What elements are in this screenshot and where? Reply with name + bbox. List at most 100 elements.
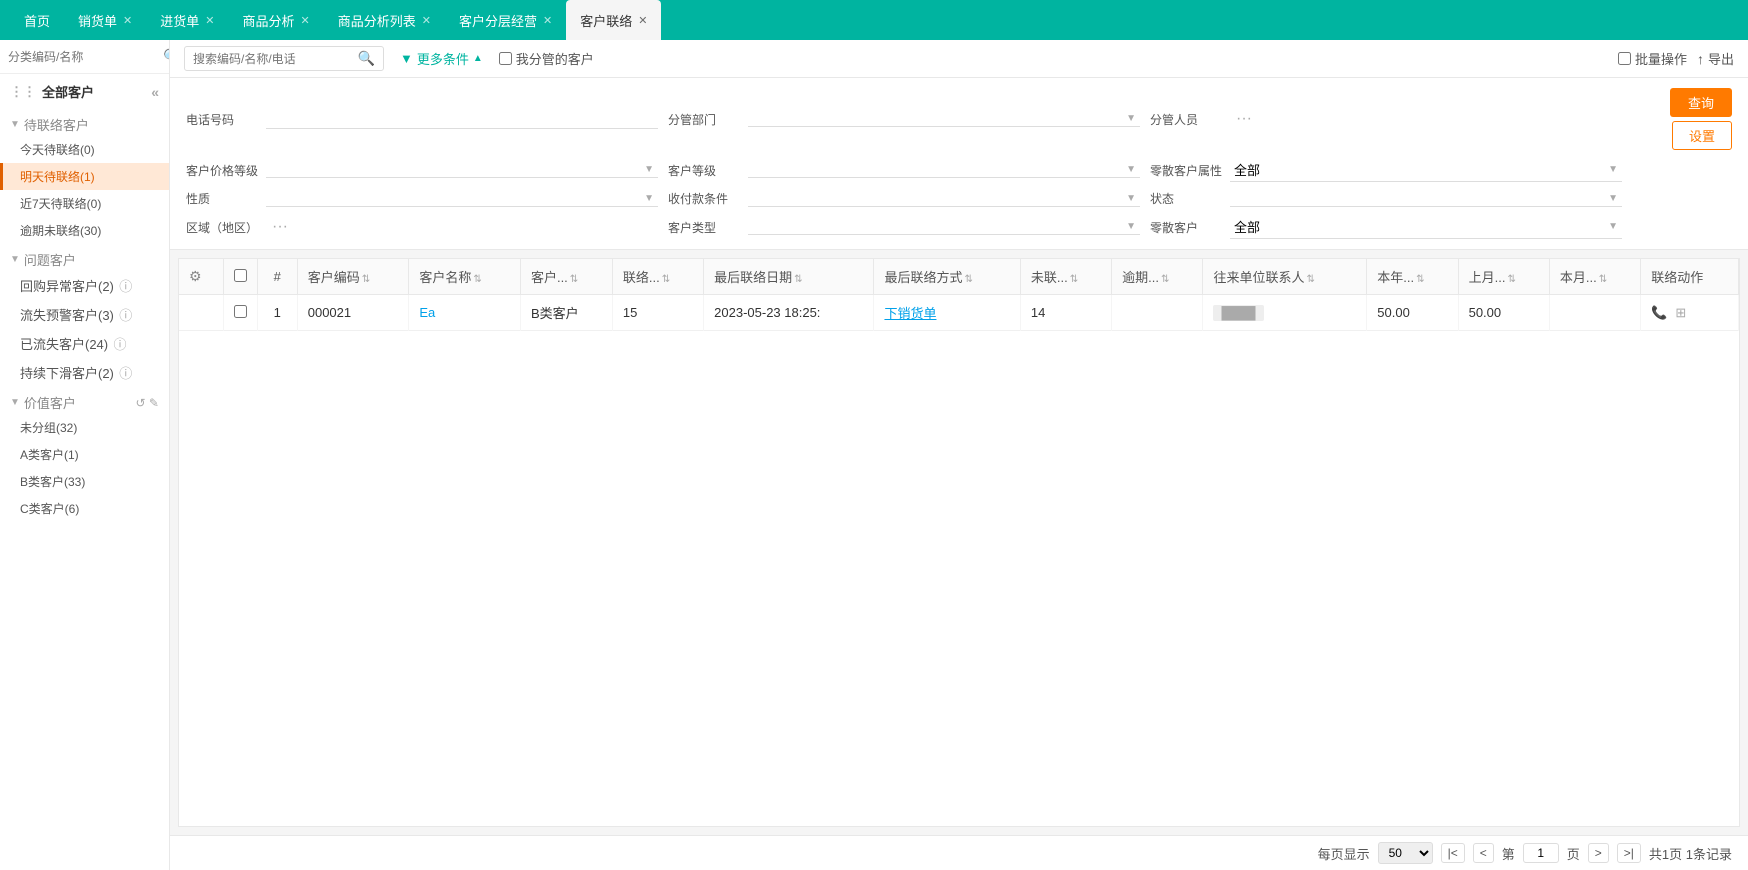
sidebar-churn-warning[interactable]: 流失预警客户(3) ⓘ xyxy=(0,300,169,329)
search-icon[interactable]: 🔍 xyxy=(358,50,375,67)
filter-status-select[interactable]: ▼ xyxy=(1230,191,1622,207)
page-size-label: 每页显示 xyxy=(1318,844,1370,863)
grid-icon[interactable]: ⊞ xyxy=(1675,305,1686,321)
nav-purchase[interactable]: 进货单 ✕ xyxy=(146,0,228,40)
settings-btn[interactable]: 设置 xyxy=(1672,121,1732,150)
td-last-method[interactable]: 下销货单 xyxy=(874,295,1020,331)
filter-payment-select[interactable]: ▼ xyxy=(748,191,1140,207)
next-page-btn[interactable]: > xyxy=(1588,843,1609,863)
td-num: 1 xyxy=(257,295,297,331)
th-checkbox xyxy=(223,259,257,295)
sidebar-repurchase-anomaly[interactable]: 回购异常客户(2) ⓘ xyxy=(0,271,169,300)
query-btn[interactable]: 查询 xyxy=(1670,88,1732,117)
filter-customer-level-select[interactable]: ▼ xyxy=(748,162,1140,178)
th-last-date[interactable]: 最后联络日期⇅ xyxy=(704,259,874,295)
th-this-year[interactable]: 本年...⇅ xyxy=(1367,259,1458,295)
group-arrow-3: ▼ xyxy=(10,397,20,408)
sidebar-search-input[interactable] xyxy=(8,50,163,64)
td-action: 📞 ⊞ xyxy=(1641,295,1739,331)
th-gear[interactable]: ⚙ xyxy=(179,259,223,295)
filter-customer-type: 客户类型 ▼ xyxy=(668,219,1140,236)
td-this-month xyxy=(1549,295,1640,331)
th-overdue[interactable]: 逾期...⇅ xyxy=(1112,259,1203,295)
close-customer-segment-tab[interactable]: ✕ xyxy=(543,14,552,27)
filter-retail-customer-select[interactable]: 全部 ▼ xyxy=(1230,215,1622,239)
th-uncontacted[interactable]: 未联...⇅ xyxy=(1020,259,1111,295)
nav-analysis-list[interactable]: 商品分析列表 ✕ xyxy=(324,0,445,40)
sidebar-declining-customers[interactable]: 持续下滑客户(2) ⓘ xyxy=(0,358,169,387)
nav-sales[interactable]: 销货单 ✕ xyxy=(64,0,146,40)
page-size-select[interactable]: 50 100 200 xyxy=(1378,842,1433,864)
th-contact-person[interactable]: 往来单位联系人⇅ xyxy=(1203,259,1367,295)
last-page-btn[interactable]: >| xyxy=(1617,843,1641,863)
sidebar-collapse-btn[interactable]: « xyxy=(151,84,159,100)
first-page-btn[interactable]: |< xyxy=(1441,843,1465,863)
filter-manager-dots[interactable]: ··· xyxy=(1230,109,1258,129)
sidebar-c-class[interactable]: C类客户(6) xyxy=(0,495,169,522)
filter-customer-type-select[interactable]: ▼ xyxy=(748,219,1140,235)
customers-table: ⚙ # 客户编码⇅ 客户名称⇅ 客户...⇅ 联络...⇅ 最后联络日期⇅ 最后… xyxy=(179,259,1739,331)
th-name[interactable]: 客户名称⇅ xyxy=(409,259,521,295)
filter-nature-select[interactable]: ▼ xyxy=(266,191,658,207)
batch-op-btn[interactable]: 批量操作 xyxy=(1618,49,1687,68)
filter-row-4: 区域（地区） ··· 客户类型 ▼ 零散客户 全部 ▼ xyxy=(186,215,1732,239)
th-code[interactable]: 客户编码⇅ xyxy=(297,259,409,295)
export-label: 导出 xyxy=(1708,49,1734,68)
th-type[interactable]: 客户...⇅ xyxy=(520,259,612,295)
td-name[interactable]: Ea xyxy=(409,295,521,331)
my-customer-checkbox[interactable] xyxy=(499,52,512,65)
more-filter-btn[interactable]: ▼ 更多条件 ▲ xyxy=(394,46,489,71)
export-btn[interactable]: ↑ 导出 xyxy=(1697,49,1734,68)
prev-page-btn[interactable]: < xyxy=(1473,843,1494,863)
sidebar-lost-customers[interactable]: 已流失客户(24) ⓘ xyxy=(0,329,169,358)
sidebar-tomorrow-contact[interactable]: 明天待联络(1) xyxy=(0,163,169,190)
sidebar-today-contact[interactable]: 今天待联络(0) xyxy=(0,136,169,163)
filter-retail-attr-select[interactable]: 全部 ▼ xyxy=(1230,158,1622,182)
row-checkbox[interactable] xyxy=(234,305,247,318)
sidebar-all-customers[interactable]: ⋮⋮ 全部客户 « xyxy=(0,74,169,109)
group-pending-contact[interactable]: ▼ 待联络客户 xyxy=(0,109,169,136)
sidebar: 🔍 ⋮⋮ 全部客户 « ▼ 待联络客户 今天待联络(0) 明天待联络(1) 近7… xyxy=(0,40,170,870)
sidebar-overdue-contact[interactable]: 逾期未联络(30) xyxy=(0,217,169,244)
th-last-method[interactable]: 最后联络方式⇅ xyxy=(874,259,1020,295)
close-sales-tab[interactable]: ✕ xyxy=(123,14,132,27)
sidebar-b-class[interactable]: B类客户(33) xyxy=(0,468,169,495)
filter-row-2: 客户价格等级 ▼ 客户等级 ▼ 零散客户属性 全部 ▼ xyxy=(186,158,1732,182)
nav-customer-segment[interactable]: 客户分层经营 ✕ xyxy=(445,0,566,40)
close-analysis-list-tab[interactable]: ✕ xyxy=(422,14,431,27)
top-nav: 首页 销货单 ✕ 进货单 ✕ 商品分析 ✕ 商品分析列表 ✕ 客户分层经营 ✕ … xyxy=(0,0,1748,40)
close-customer-contact-tab[interactable]: ✕ xyxy=(638,14,647,27)
search-input[interactable] xyxy=(193,52,358,66)
filter-dept-select[interactable]: ▼ xyxy=(748,111,1140,127)
th-num: # xyxy=(257,259,297,295)
td-last-date: 2023-05-23 18:25: xyxy=(704,295,874,331)
page-label: 第 xyxy=(1502,844,1515,863)
sidebar-7days-contact[interactable]: 近7天待联络(0) xyxy=(0,190,169,217)
close-analysis-tab[interactable]: ✕ xyxy=(301,14,310,27)
th-contact-count[interactable]: 联络...⇅ xyxy=(612,259,703,295)
sidebar-ungrouped[interactable]: 未分组(32) xyxy=(0,414,169,441)
my-customer-checkbox-area[interactable]: 我分管的客户 xyxy=(499,49,594,68)
filter-region-dots[interactable]: ··· xyxy=(266,217,294,237)
sidebar-a-class[interactable]: A类客户(1) xyxy=(0,441,169,468)
th-last-month[interactable]: 上月...⇅ xyxy=(1458,259,1549,295)
phone-icon[interactable]: 📞 xyxy=(1651,305,1667,321)
group-value-customers[interactable]: ▼ 价值客户 ↺ ✎ xyxy=(0,387,169,414)
page-suffix: 页 xyxy=(1567,844,1580,863)
group-problem-customers[interactable]: ▼ 问题客户 xyxy=(0,244,169,271)
filter-price-level-select[interactable]: ▼ xyxy=(266,162,658,178)
filter-phone-input[interactable] xyxy=(266,110,658,129)
filter-payment: 收付款条件 ▼ xyxy=(668,190,1140,207)
filter-customer-level-label: 客户等级 xyxy=(668,162,748,179)
table-row: 1 000021 Ea B类客户 15 2023-05-23 18:25: 下销… xyxy=(179,295,1739,331)
nav-customer-contact[interactable]: 客户联络 ✕ xyxy=(566,0,661,40)
batch-checkbox[interactable] xyxy=(1618,52,1631,65)
select-all-checkbox[interactable] xyxy=(234,269,247,282)
page-input[interactable] xyxy=(1523,843,1559,863)
nav-analysis[interactable]: 商品分析 ✕ xyxy=(228,0,323,40)
sidebar-search-icon[interactable]: 🔍 xyxy=(163,48,170,65)
filter-btn-label: 更多条件 xyxy=(417,49,469,68)
nav-home[interactable]: 首页 xyxy=(10,0,64,40)
close-purchase-tab[interactable]: ✕ xyxy=(205,14,214,27)
th-this-month[interactable]: 本月...⇅ xyxy=(1549,259,1640,295)
